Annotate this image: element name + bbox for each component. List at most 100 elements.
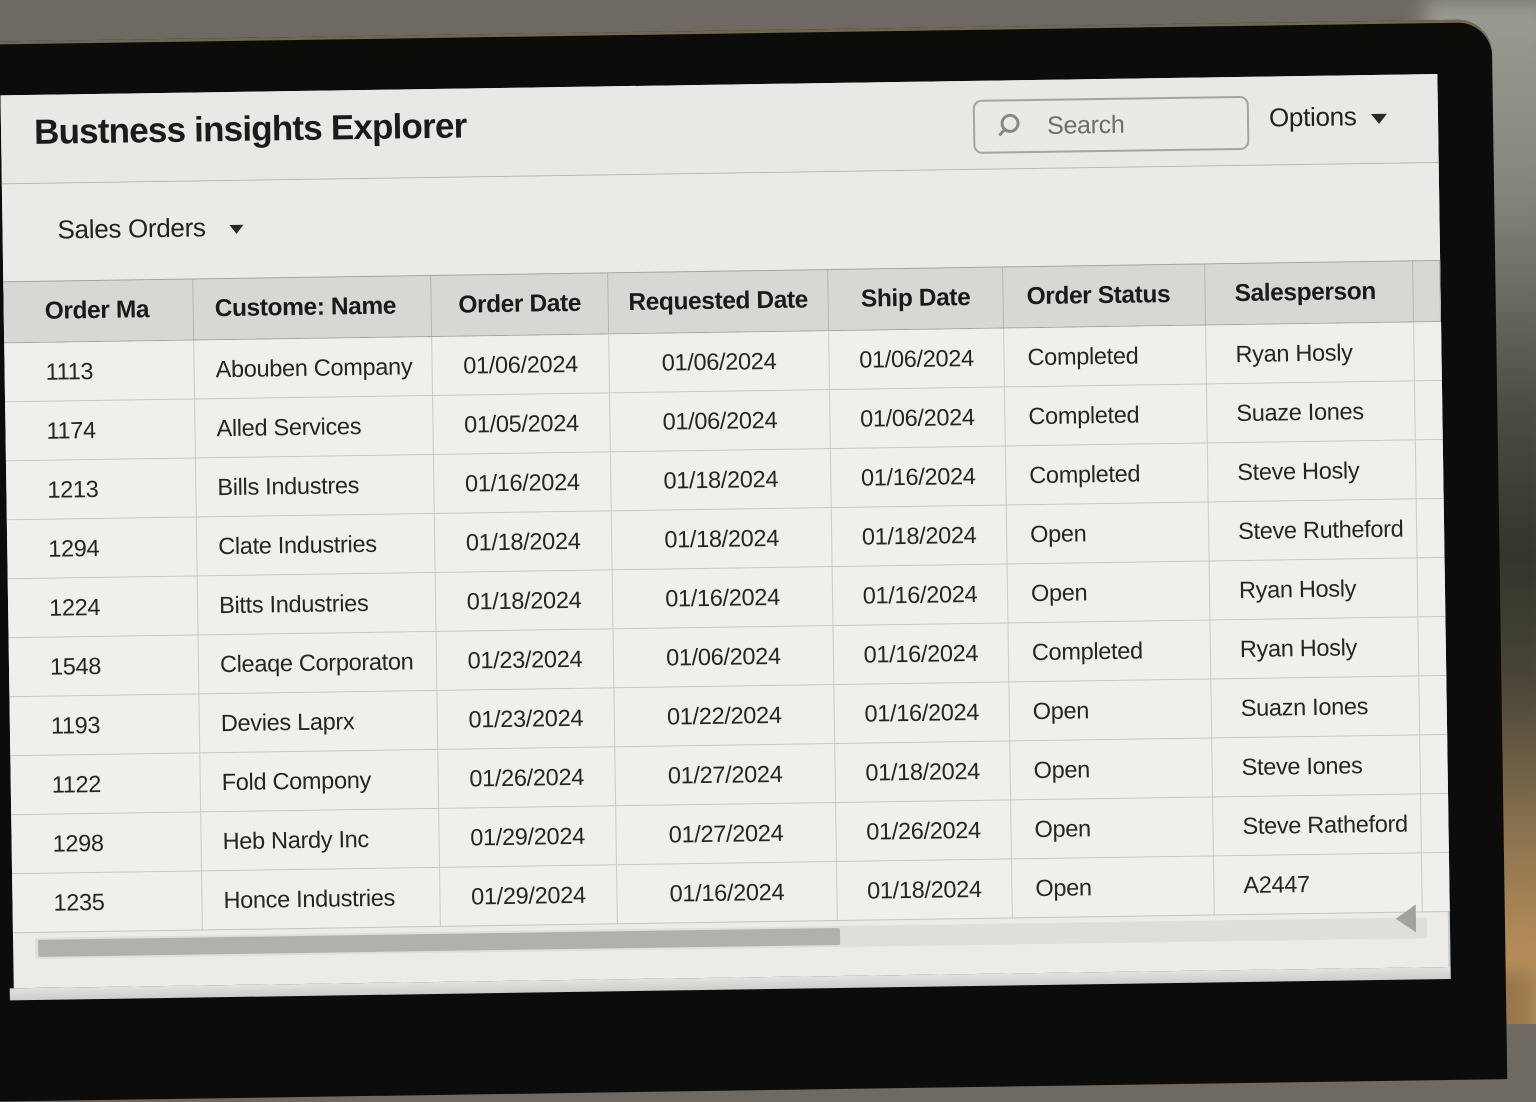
order-date-cell[interactable]: 01/06/2024 bbox=[432, 334, 610, 395]
order-status-cell[interactable]: Completed bbox=[1004, 325, 1207, 387]
ship-date-cell[interactable]: 01/06/2024 bbox=[829, 387, 1006, 449]
customer-name-cell[interactable]: Clate Industries bbox=[196, 513, 436, 576]
ship-date-cell[interactable]: 01/16/2024 bbox=[832, 564, 1009, 626]
search-input[interactable]: Search bbox=[972, 95, 1250, 154]
column-header-salesperson[interactable]: Salesperson bbox=[1205, 261, 1415, 325]
salesperson-cell[interactable]: Ryan Hosly bbox=[1206, 322, 1415, 384]
order-date-cell[interactable]: 01/29/2024 bbox=[439, 806, 617, 867]
column-header-order-date[interactable]: Order Date bbox=[431, 273, 610, 336]
order-number-cell[interactable]: 1235 bbox=[12, 871, 203, 933]
salesperson-cell[interactable]: Ryan Hosly bbox=[1209, 558, 1419, 620]
customer-name-cell[interactable]: Alled Services bbox=[195, 395, 434, 458]
requested-date-cell[interactable]: 01/27/2024 bbox=[616, 803, 837, 865]
requested-date-cell[interactable]: 01/06/2024 bbox=[610, 390, 831, 452]
column-header-requested-date[interactable]: Requested Date bbox=[608, 270, 830, 334]
ship-date-cell[interactable]: 01/18/2024 bbox=[831, 505, 1008, 567]
requested-date-cell[interactable]: 01/22/2024 bbox=[614, 685, 836, 747]
salesperson-cell[interactable]: Steve Iones bbox=[1212, 735, 1422, 797]
view-selector-dropdown[interactable]: Sales Orders bbox=[57, 212, 244, 246]
order-status-cell[interactable]: Open bbox=[1006, 502, 1210, 564]
customer-name-cell[interactable]: Fold Compony bbox=[200, 749, 440, 812]
customer-name-cell[interactable]: Heb Nardy Inc bbox=[201, 808, 441, 871]
options-label: Options bbox=[1268, 101, 1357, 133]
row-stub bbox=[1414, 322, 1442, 380]
requested-date-cell[interactable]: 01/27/2024 bbox=[615, 744, 837, 806]
order-date-cell[interactable]: 01/29/2024 bbox=[440, 865, 618, 926]
ship-date-cell[interactable]: 01/18/2024 bbox=[836, 859, 1013, 921]
column-header-order-number[interactable]: Order Ma bbox=[3, 279, 195, 343]
customer-name-cell[interactable]: Bills Industres bbox=[195, 454, 435, 517]
requested-date-cell[interactable]: 01/18/2024 bbox=[611, 508, 833, 570]
order-status-cell[interactable]: Open bbox=[1007, 561, 1211, 623]
order-number-cell[interactable]: 1213 bbox=[5, 458, 197, 520]
salesperson-cell[interactable]: Ryan Hosly bbox=[1210, 617, 1420, 679]
requested-date-cell[interactable]: 01/16/2024 bbox=[617, 862, 838, 924]
table-body: 1113 Abouben Company 01/06/2024 01/06/2024 0… bbox=[4, 322, 1450, 934]
row-stub bbox=[1421, 794, 1449, 852]
order-number-cell[interactable]: 1193 bbox=[9, 694, 201, 756]
requested-date-cell[interactable]: 01/06/2024 bbox=[609, 331, 830, 393]
customer-name-cell[interactable]: Honce Industries bbox=[202, 867, 441, 930]
salesperson-cell[interactable]: Suazn Iones bbox=[1211, 676, 1421, 738]
triangle-left-icon[interactable] bbox=[1395, 904, 1417, 933]
order-number-cell[interactable]: 1174 bbox=[5, 399, 196, 461]
requested-date-cell[interactable]: 01/06/2024 bbox=[613, 626, 835, 688]
salesperson-cell[interactable]: Steve Rutheford bbox=[1208, 499, 1418, 561]
order-status-cell[interactable]: Completed bbox=[1004, 384, 1208, 446]
column-header-customer-name[interactable]: Custome: Name bbox=[193, 275, 433, 340]
order-date-cell[interactable]: 01/05/2024 bbox=[433, 393, 611, 454]
row-stub bbox=[1422, 853, 1450, 911]
row-stub bbox=[1416, 440, 1444, 498]
ship-date-cell[interactable]: 01/26/2024 bbox=[836, 800, 1012, 862]
requested-date-cell[interactable]: 01/16/2024 bbox=[612, 567, 834, 629]
order-status-cell[interactable]: Open bbox=[1010, 738, 1214, 800]
page-title: Bustness insights Explorer bbox=[33, 106, 467, 152]
chevron-down-icon bbox=[229, 224, 244, 234]
order-status-cell[interactable]: Open bbox=[1009, 679, 1213, 741]
chevron-down-icon bbox=[1370, 113, 1387, 124]
customer-name-cell[interactable]: Abouben Company bbox=[194, 336, 434, 399]
column-header-order-status[interactable]: Order Status bbox=[1003, 264, 1207, 328]
order-number-cell[interactable]: 1294 bbox=[6, 517, 198, 579]
salesperson-cell[interactable]: Steve Ratheford bbox=[1213, 794, 1422, 856]
row-stub bbox=[1418, 558, 1446, 616]
app-window: Bustness insights Explorer Search Option… bbox=[0, 74, 1451, 989]
order-date-cell[interactable]: 01/18/2024 bbox=[435, 570, 614, 631]
ship-date-cell[interactable]: 01/06/2024 bbox=[829, 328, 1005, 390]
view-selector-label: Sales Orders bbox=[57, 212, 206, 245]
data-table: Order Ma Custome: Name Order Date Reques… bbox=[3, 260, 1450, 934]
ship-date-cell[interactable]: 01/18/2024 bbox=[835, 741, 1012, 803]
order-date-cell[interactable]: 01/23/2024 bbox=[436, 629, 615, 690]
row-stub bbox=[1419, 676, 1447, 734]
ship-date-cell[interactable]: 01/16/2024 bbox=[834, 682, 1011, 744]
order-date-cell[interactable]: 01/26/2024 bbox=[438, 747, 617, 808]
laptop-screen: Bustness insights Explorer Search Option… bbox=[0, 19, 1508, 1102]
column-header-ship-date[interactable]: Ship Date bbox=[828, 267, 1005, 331]
order-number-cell[interactable]: 1224 bbox=[7, 576, 199, 638]
order-number-cell[interactable]: 1122 bbox=[10, 753, 202, 815]
column-header-stub bbox=[1413, 261, 1442, 322]
requested-date-cell[interactable]: 01/18/2024 bbox=[610, 449, 832, 511]
order-status-cell[interactable]: Open bbox=[1011, 856, 1215, 918]
order-number-cell[interactable]: 1113 bbox=[4, 340, 196, 402]
order-date-cell[interactable]: 01/16/2024 bbox=[433, 452, 612, 513]
customer-name-cell[interactable]: Devies Laprx bbox=[199, 690, 439, 753]
ship-date-cell[interactable]: 01/16/2024 bbox=[833, 623, 1010, 685]
salesperson-cell[interactable]: A2447 bbox=[1213, 853, 1423, 915]
customer-name-cell[interactable]: Cleaqe Corporaton bbox=[198, 631, 438, 694]
order-status-cell[interactable]: Completed bbox=[1005, 443, 1209, 505]
row-stub bbox=[1420, 735, 1448, 793]
horizontal-scrollbar-thumb[interactable] bbox=[38, 927, 841, 957]
salesperson-cell[interactable]: Suaze Iones bbox=[1206, 381, 1416, 443]
order-number-cell[interactable]: 1298 bbox=[11, 812, 203, 874]
ship-date-cell[interactable]: 01/16/2024 bbox=[830, 446, 1007, 508]
order-date-cell[interactable]: 01/18/2024 bbox=[434, 511, 613, 572]
search-icon bbox=[998, 113, 1020, 137]
order-number-cell[interactable]: 1548 bbox=[8, 635, 200, 697]
order-date-cell[interactable]: 01/23/2024 bbox=[437, 688, 616, 749]
order-status-cell[interactable]: Open bbox=[1011, 797, 1214, 859]
options-button[interactable]: Options bbox=[1269, 101, 1387, 134]
salesperson-cell[interactable]: Steve Hosly bbox=[1207, 440, 1417, 502]
order-status-cell[interactable]: Completed bbox=[1008, 620, 1212, 682]
customer-name-cell[interactable]: Bitts Industries bbox=[197, 572, 437, 635]
